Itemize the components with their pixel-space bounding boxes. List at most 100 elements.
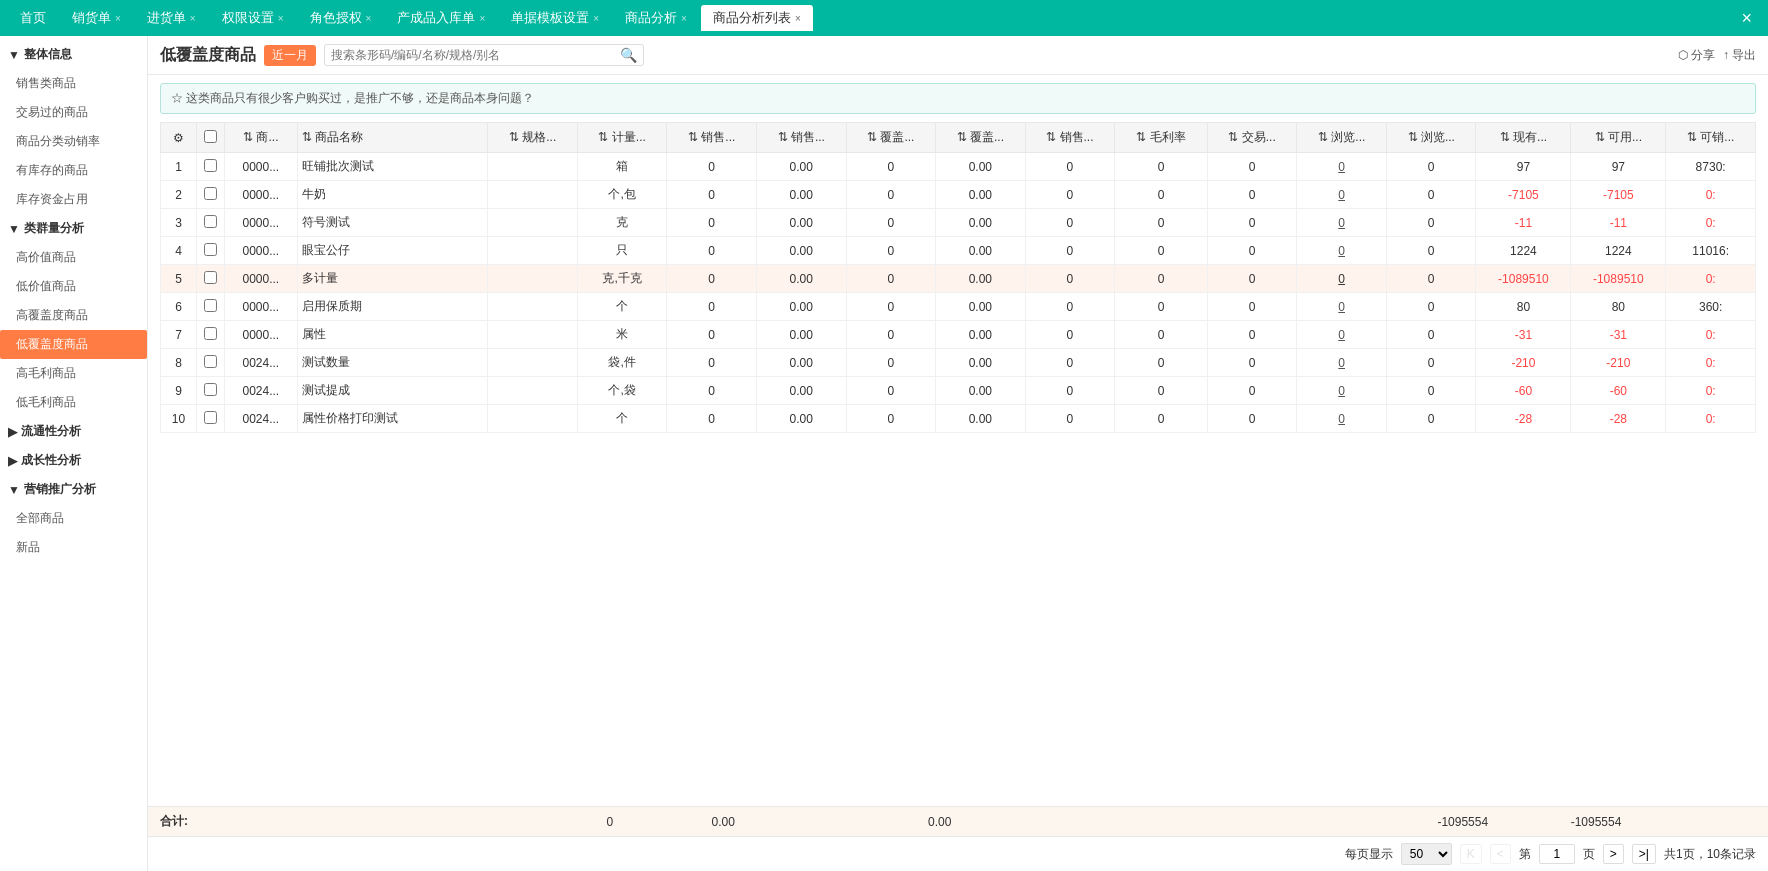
nav-tab-label-3: 权限设置 (222, 9, 274, 27)
cell-check[interactable] (197, 153, 225, 181)
prev-page-button[interactable]: < (1490, 844, 1511, 864)
sidebar-item-high-value[interactable]: 高价值商品 (0, 243, 147, 272)
cell-browse1[interactable]: 0 (1297, 237, 1387, 265)
row-checkbox[interactable] (204, 411, 217, 424)
cell-sales1: 0 (667, 265, 757, 293)
sidebar-section-liquidity[interactable]: ▶ 流通性分析 (0, 417, 147, 446)
nav-tab-inbound[interactable]: 产成品入库单 × (385, 5, 497, 31)
cell-spec (488, 377, 578, 405)
cell-transaction: 0 (1207, 181, 1297, 209)
page-number-input[interactable] (1539, 844, 1575, 864)
sidebar-item-stock-capital[interactable]: 库存资金占用 (0, 185, 147, 214)
cell-check[interactable] (197, 181, 225, 209)
nav-tab-label-6: 单据模板设置 (511, 9, 589, 27)
page-size-select[interactable]: 50 20 100 (1401, 843, 1452, 865)
cell-check[interactable] (197, 209, 225, 237)
cell-coverage2: 0.00 (936, 209, 1026, 237)
cell-name: 启用保质期 (297, 293, 488, 321)
cell-name: 测试提成 (297, 377, 488, 405)
cell-browse1[interactable]: 0 (1297, 321, 1387, 349)
sidebar-item-high-profit[interactable]: 高毛利商品 (0, 359, 147, 388)
cell-spec (488, 209, 578, 237)
cell-browse2: 0 (1386, 153, 1476, 181)
sidebar-item-category-rate[interactable]: 商品分类动销率 (0, 127, 147, 156)
next-page-button[interactable]: > (1603, 844, 1624, 864)
first-page-button[interactable]: K (1460, 844, 1482, 864)
cell-margin: 0 (1115, 153, 1208, 181)
close-all-button[interactable]: × (1733, 8, 1760, 29)
sidebar-item-all-goods[interactable]: 全部商品 (0, 504, 147, 533)
nav-tab-purchase[interactable]: 进货单 × (135, 5, 208, 31)
sidebar-section-growth[interactable]: ▶ 成长性分析 (0, 446, 147, 475)
cell-browse1[interactable]: 0 (1297, 377, 1387, 405)
nav-tab-template[interactable]: 单据模板设置 × (499, 5, 611, 31)
cell-check[interactable] (197, 293, 225, 321)
row-checkbox[interactable] (204, 215, 217, 228)
th-settings[interactable]: ⚙ (161, 123, 197, 153)
sidebar-item-low-coverage[interactable]: 低覆盖度商品 (0, 330, 147, 359)
th-check[interactable] (197, 123, 225, 153)
row-checkbox[interactable] (204, 355, 217, 368)
nav-tab-close-4[interactable]: × (366, 13, 372, 24)
row-checkbox[interactable] (204, 271, 217, 284)
nav-tab-close-5[interactable]: × (479, 13, 485, 24)
nav-tab-close-3[interactable]: × (278, 13, 284, 24)
th-coverage1: ⇅ 覆盖... (846, 123, 936, 153)
share-icon: ⬡ (1678, 48, 1688, 62)
cell-num: 7 (161, 321, 197, 349)
sidebar-item-traded-goods[interactable]: 交易过的商品 (0, 98, 147, 127)
nav-tab-permission[interactable]: 权限设置 × (210, 5, 296, 31)
nav-tab-home[interactable]: 首页 (8, 5, 58, 31)
sidebar-section-marketing[interactable]: ▼ 营销推广分析 (0, 475, 147, 504)
nav-tab-close-8[interactable]: × (795, 13, 801, 24)
cell-check[interactable] (197, 265, 225, 293)
cell-margin: 0 (1115, 209, 1208, 237)
row-checkbox[interactable] (204, 243, 217, 256)
cell-check[interactable] (197, 237, 225, 265)
cell-check[interactable] (197, 405, 225, 433)
sidebar-section-cluster[interactable]: ▼ 类群量分析 (0, 214, 147, 243)
cell-sales3: 0 (1025, 321, 1115, 349)
nav-tab-close-1[interactable]: × (115, 13, 121, 24)
search-icon[interactable]: 🔍 (620, 47, 637, 63)
row-checkbox[interactable] (204, 299, 217, 312)
cell-browse1[interactable]: 0 (1297, 405, 1387, 433)
sidebar-section-overview[interactable]: ▼ 整体信息 (0, 40, 147, 69)
share-button[interactable]: ⬡ 分享 (1678, 47, 1715, 64)
cell-sales3: 0 (1025, 405, 1115, 433)
cell-check[interactable] (197, 321, 225, 349)
row-checkbox[interactable] (204, 327, 217, 340)
nav-tab-analysis[interactable]: 商品分析 × (613, 5, 699, 31)
row-checkbox[interactable] (204, 187, 217, 200)
search-input[interactable] (331, 48, 620, 62)
last-page-button[interactable]: >| (1632, 844, 1656, 864)
period-button[interactable]: 近一月 (264, 45, 316, 66)
cell-browse1[interactable]: 0 (1297, 265, 1387, 293)
cell-browse1[interactable]: 0 (1297, 181, 1387, 209)
nav-tab-analysis-list[interactable]: 商品分析列表 × (701, 5, 813, 31)
row-checkbox[interactable] (204, 383, 217, 396)
nav-tab-role[interactable]: 角色授权 × (298, 5, 384, 31)
sidebar-item-new-goods[interactable]: 新品 (0, 533, 147, 562)
cell-browse1[interactable]: 0 (1297, 293, 1387, 321)
cell-browse1[interactable]: 0 (1297, 209, 1387, 237)
cell-browse1[interactable]: 0 (1297, 349, 1387, 377)
sidebar-item-low-value[interactable]: 低价值商品 (0, 272, 147, 301)
cell-browse1[interactable]: 0 (1297, 153, 1387, 181)
nav-tab-close-2[interactable]: × (190, 13, 196, 24)
total-info: 共1页，10条记录 (1664, 846, 1756, 863)
cell-browse2: 0 (1386, 181, 1476, 209)
sidebar-item-sales-goods[interactable]: 销售类商品 (0, 69, 147, 98)
export-button[interactable]: ↑ 导出 (1723, 47, 1756, 64)
nav-tab-close-6[interactable]: × (593, 13, 599, 24)
select-all-checkbox[interactable] (204, 130, 217, 143)
sidebar-item-in-stock[interactable]: 有库存的商品 (0, 156, 147, 185)
cell-check[interactable] (197, 349, 225, 377)
row-checkbox[interactable] (204, 159, 217, 172)
table-row: 1 0000... 旺铺批次测试 箱 0 0.00 0 0.00 0 0 0 0… (161, 153, 1756, 181)
nav-tab-close-7[interactable]: × (681, 13, 687, 24)
nav-tab-sales[interactable]: 销货单 × (60, 5, 133, 31)
sidebar-item-low-profit[interactable]: 低毛利商品 (0, 388, 147, 417)
cell-check[interactable] (197, 377, 225, 405)
sidebar-item-high-coverage[interactable]: 高覆盖度商品 (0, 301, 147, 330)
